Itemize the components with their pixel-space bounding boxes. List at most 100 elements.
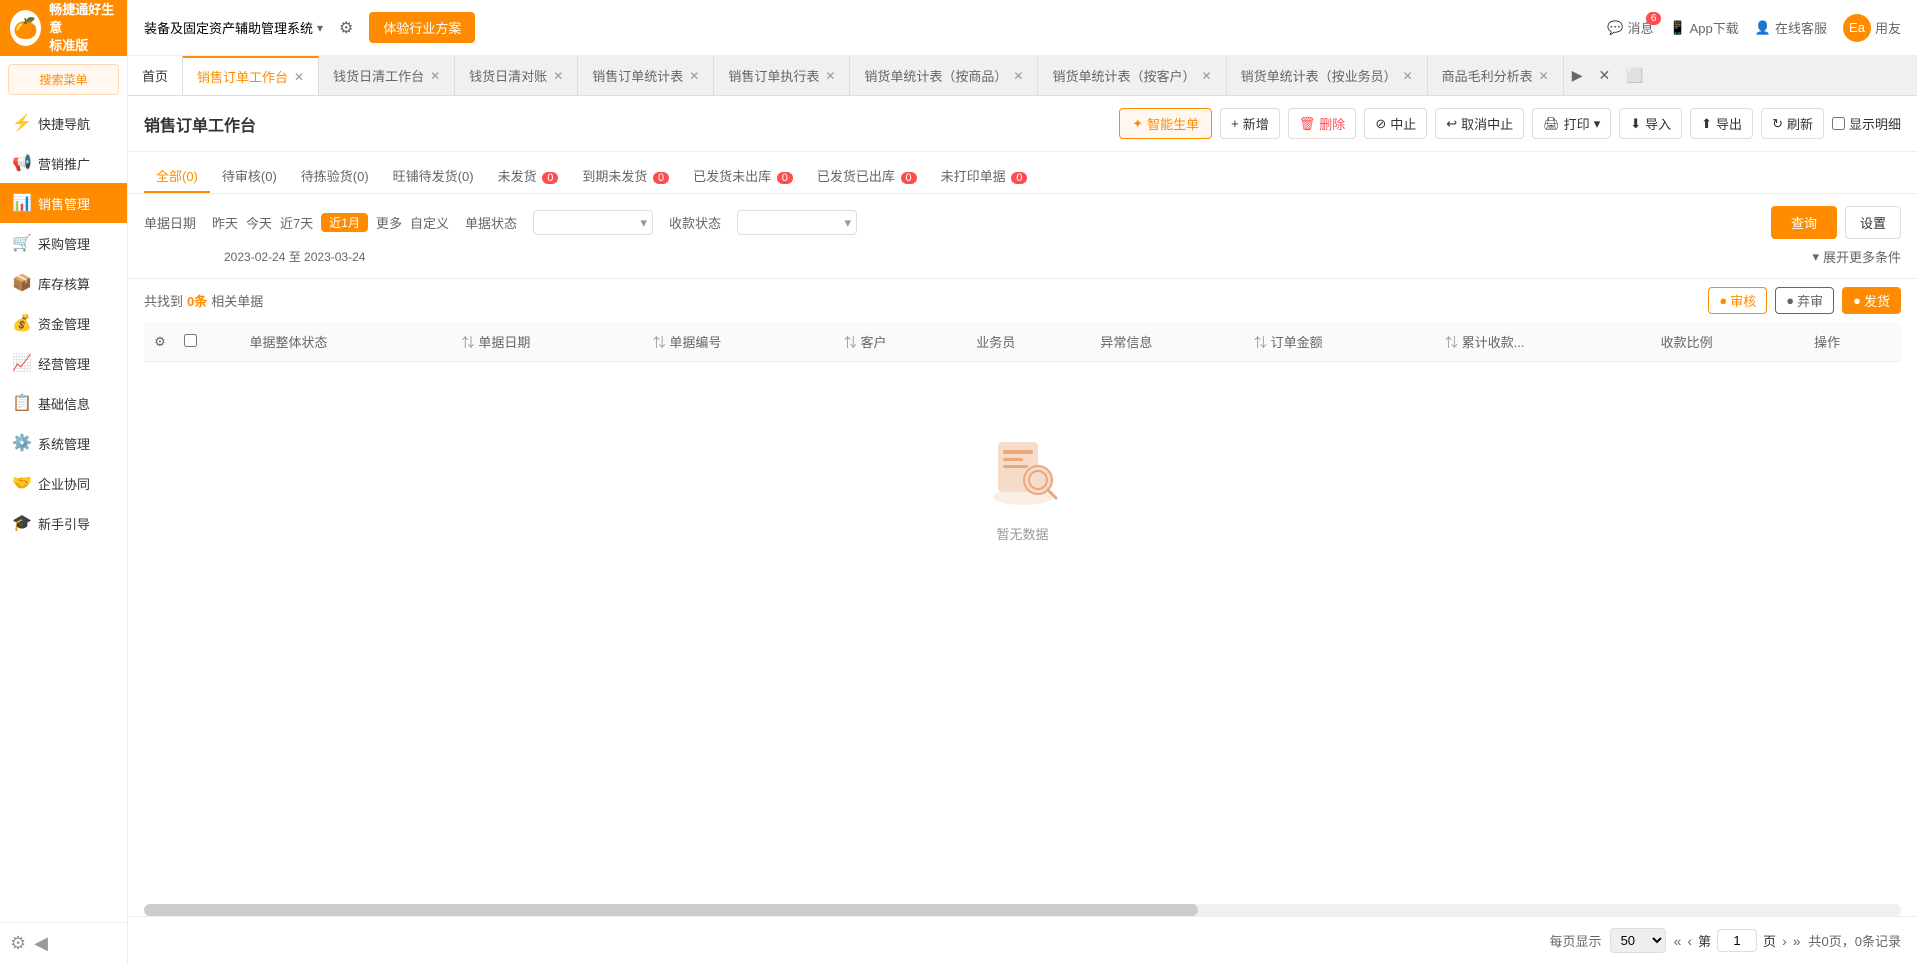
show-detail-checkbox[interactable] <box>1832 117 1845 130</box>
message-button[interactable]: 💬 消息 6 <box>1607 18 1653 37</box>
sort-number-icon[interactable]: ⇅ <box>653 335 666 350</box>
finance-icon: 💰 <box>12 313 32 333</box>
tab-cash-clear[interactable]: 钱货日清工作台 ✕ <box>319 56 455 96</box>
sub-tab-shipped-not-out[interactable]: 已发货未出库 0 <box>681 160 805 193</box>
sidebar-item-purchase[interactable]: 🛒 采购管理 <box>0 223 127 263</box>
sort-amount-icon[interactable]: ⇅ <box>1254 335 1267 350</box>
sub-tab-pending-review[interactable]: 待审核(0) <box>210 160 289 193</box>
prev-page-button[interactable]: ‹ <box>1687 933 1692 949</box>
th-config[interactable]: ⚙ <box>144 322 176 362</box>
sort-customer-icon[interactable]: ⇅ <box>844 335 857 350</box>
tab-close-cash-reconcile[interactable]: ✕ <box>553 69 563 83</box>
sub-tab-pending-check[interactable]: 待拣验货(0) <box>289 160 381 193</box>
th-received: ⇅ 累计收款... <box>1437 322 1653 362</box>
online-service-button[interactable]: 👤 在线客服 <box>1755 18 1827 37</box>
sort-received-icon[interactable]: ⇅ <box>1445 335 1458 350</box>
smart-generate-button[interactable]: ✦ 智能生单 <box>1119 108 1212 139</box>
query-button[interactable]: 查询 <box>1771 206 1837 239</box>
unprinted-badge: 0 <box>1011 172 1027 184</box>
sidebar-item-basic[interactable]: 📋 基础信息 <box>0 383 127 423</box>
sidebar-collapse-icon[interactable]: ◀ <box>34 933 48 954</box>
filter-area: 单据日期 昨天 今天 近7天 近1月 更多 自定义 单据状态 <box>128 194 1917 279</box>
setting-button[interactable]: 设置 <box>1845 206 1901 239</box>
page-number-input[interactable] <box>1717 929 1757 952</box>
status-select[interactable] <box>533 210 653 235</box>
sidebar-item-operation[interactable]: 📈 经营管理 <box>0 343 127 383</box>
system-title-area[interactable]: 装备及固定资产辅助管理系统 ▾ <box>144 18 323 37</box>
last-page-button[interactable]: » <box>1793 933 1801 949</box>
tab-sales-order[interactable]: 销售订单工作台 ✕ <box>183 56 319 96</box>
tab-close-all[interactable]: ✕ <box>1591 56 1619 96</box>
th-action: 操作 <box>1806 322 1901 362</box>
tab-goods-margin[interactable]: 商品毛利分析表 ✕ <box>1428 56 1564 96</box>
sidebar-item-sales[interactable]: 📊 销售管理 <box>0 183 127 223</box>
sub-tab-expired-unshipped[interactable]: 到期未发货 0 <box>570 160 681 193</box>
tab-restore[interactable]: ⬜ <box>1618 56 1651 96</box>
tab-close-cash-clear[interactable]: ✕ <box>430 69 440 83</box>
sidebar-item-enterprise[interactable]: 🤝 企业协同 <box>0 463 127 503</box>
audit-button[interactable]: ● 审核 <box>1708 287 1767 314</box>
app-download-button[interactable]: 📱 App下载 <box>1669 18 1738 37</box>
date-opt-1month[interactable]: 近1月 <box>321 213 368 232</box>
filter-row-date-range: 2023-02-24 至 2023-03-24 ▾ 展开更多条件 <box>144 247 1901 266</box>
select-all-checkbox[interactable] <box>184 334 197 347</box>
sub-tab-wangpu-pending[interactable]: 旺铺待发货(0) <box>381 160 486 193</box>
sidebar-settings-icon[interactable]: ⚙ <box>10 933 26 954</box>
settings-button[interactable]: ⚙ <box>335 18 357 38</box>
ship-button[interactable]: ● 发货 <box>1842 287 1901 314</box>
date-opt-7days[interactable]: 近7天 <box>280 213 313 232</box>
stop-button[interactable]: ⊘ 中止 <box>1364 108 1427 139</box>
import-button[interactable]: ⬇ 导入 <box>1619 108 1682 139</box>
cancel-audit-button[interactable]: ● 弃审 <box>1775 287 1834 314</box>
payment-select-wrap <box>737 210 857 235</box>
horizontal-scrollbar[interactable] <box>144 904 1901 916</box>
sidebar-item-marketing[interactable]: 📢 营销推广 <box>0 143 127 183</box>
tab-close-sale-stats-customer[interactable]: ✕ <box>1202 69 1212 83</box>
date-opt-custom[interactable]: 自定义 <box>410 213 449 232</box>
sidebar-item-system[interactable]: ⚙️ 系统管理 <box>0 423 127 463</box>
tab-close-sales-order[interactable]: ✕ <box>294 70 304 84</box>
tab-close-sales-exec[interactable]: ✕ <box>825 69 835 83</box>
workbench-actions: ✦ 智能生单 + 新增 🗑 删除 ⊘ 中止 <box>1119 108 1901 139</box>
date-opt-more[interactable]: 更多 <box>376 213 402 232</box>
tab-close-sale-stats-product[interactable]: ✕ <box>1013 69 1023 83</box>
tab-sale-stats-product[interactable]: 销货单统计表（按商品） ✕ <box>850 56 1038 96</box>
sidebar-item-quick-nav[interactable]: ⚡ 快捷导航 <box>0 103 127 143</box>
page-size-select[interactable]: 50 10 20 100 <box>1610 928 1666 953</box>
tab-close-sale-stats-staff[interactable]: ✕ <box>1403 69 1413 83</box>
scrollbar-thumb[interactable] <box>144 904 1198 916</box>
sidebar-item-inventory[interactable]: 📦 库存核算 <box>0 263 127 303</box>
new-button[interactable]: + 新增 <box>1220 108 1280 139</box>
user-area[interactable]: Ea 用友 <box>1843 14 1901 42</box>
tab-home[interactable]: 首页 <box>128 56 183 96</box>
first-page-button[interactable]: « <box>1674 933 1682 949</box>
stop-icon: ⊘ <box>1375 116 1386 132</box>
search-menu-button[interactable]: 搜索菜单 <box>8 64 119 95</box>
payment-select[interactable] <box>737 210 857 235</box>
industry-solution-button[interactable]: 体验行业方案 <box>369 12 475 43</box>
expand-conditions-button[interactable]: ▾ 展开更多条件 <box>1812 247 1901 266</box>
tab-close-sales-stats[interactable]: ✕ <box>689 69 699 83</box>
tab-sales-exec[interactable]: 销售订单执行表 ✕ <box>714 56 850 96</box>
export-button[interactable]: ⬆ 导出 <box>1690 108 1753 139</box>
delete-button[interactable]: 🗑 删除 <box>1288 108 1357 139</box>
sub-tab-unprinted[interactable]: 未打印单据 0 <box>929 160 1040 193</box>
date-opt-yesterday[interactable]: 昨天 <box>212 213 238 232</box>
sub-tab-shipped-out[interactable]: 已发货已出库 0 <box>805 160 929 193</box>
sidebar-item-finance[interactable]: 💰 资金管理 <box>0 303 127 343</box>
tab-sales-stats[interactable]: 销售订单统计表 ✕ <box>578 56 714 96</box>
tab-sale-stats-staff[interactable]: 销货单统计表（按业务员） ✕ <box>1227 56 1428 96</box>
sub-tab-all[interactable]: 全部(0) <box>144 160 210 193</box>
sidebar-item-guide[interactable]: 🎓 新手引导 <box>0 503 127 543</box>
next-page-button[interactable]: › <box>1782 933 1787 949</box>
sort-date-icon[interactable]: ⇅ <box>462 335 475 350</box>
tab-cash-reconcile[interactable]: 钱货日清对账 ✕ <box>455 56 578 96</box>
tab-sale-stats-customer[interactable]: 销货单统计表（按客户） ✕ <box>1038 56 1226 96</box>
tab-close-goods-margin[interactable]: ✕ <box>1539 69 1549 83</box>
refresh-button[interactable]: ↻ 刷新 <box>1761 108 1824 139</box>
cancel-stop-button[interactable]: ↩ 取消中止 <box>1435 108 1524 139</box>
print-button[interactable]: 🖨 打印 ▾ <box>1532 108 1611 139</box>
tab-nav-more[interactable]: ▶ <box>1564 56 1591 96</box>
sub-tab-unshipped[interactable]: 未发货 0 <box>486 160 571 193</box>
date-opt-today[interactable]: 今天 <box>246 213 272 232</box>
